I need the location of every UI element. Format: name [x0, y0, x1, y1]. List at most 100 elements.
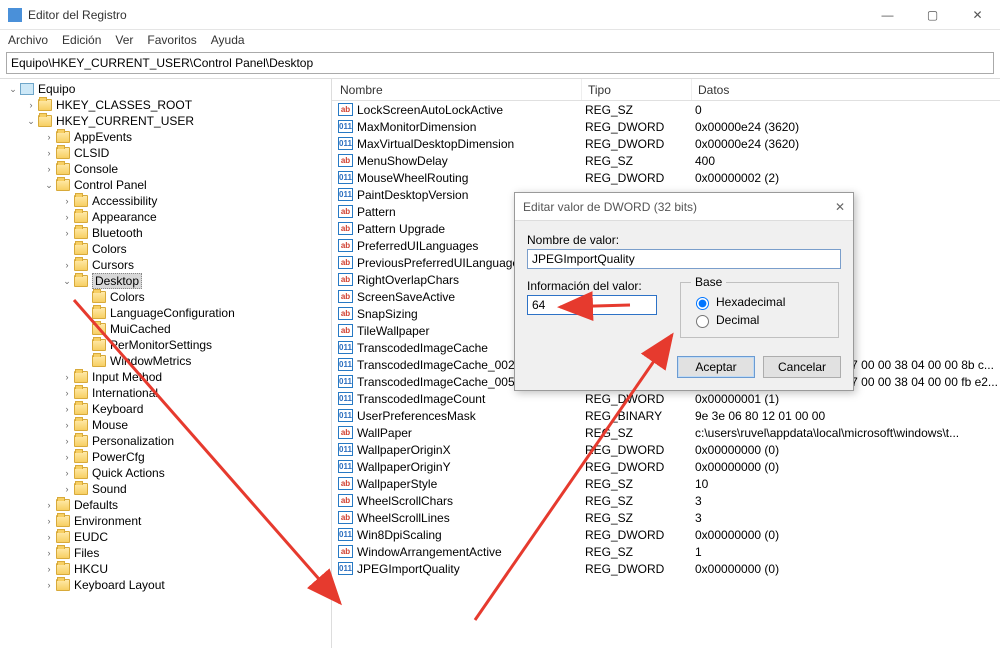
tree-item[interactable]: ⌄Equipo	[0, 81, 331, 97]
tree-item[interactable]: ›Appearance	[0, 209, 331, 225]
col-header-nombre[interactable]: Nombre	[332, 79, 582, 100]
menu-favoritos[interactable]: Favoritos	[147, 33, 196, 47]
tree-item[interactable]: ›Files	[0, 545, 331, 561]
list-row[interactable]: abWheelScrollCharsREG_SZ3	[332, 492, 1000, 509]
tree-pane[interactable]: ⌄Equipo›HKEY_CLASSES_ROOT ⌄ HKEY_CURRENT_U…	[0, 79, 332, 648]
tree-item[interactable]: Colors	[0, 289, 331, 305]
tree-item[interactable]: WindowMetrics	[0, 353, 331, 369]
list-row[interactable]: 011MaxVirtualDesktopDimensionREG_DWORD0x…	[332, 135, 1000, 152]
chevron-right-icon[interactable]: ›	[62, 196, 72, 206]
window-titlebar: Editor del Registro — ▢ ✕	[0, 0, 1000, 30]
list-row[interactable]: abMenuShowDelayREG_SZ400	[332, 152, 1000, 169]
chevron-right-icon[interactable]: ›	[44, 164, 54, 174]
chevron-right-icon[interactable]: ›	[62, 420, 72, 430]
menu-archivo[interactable]: Archivo	[8, 33, 48, 47]
chevron-right-icon[interactable]: ›	[62, 436, 72, 446]
chevron-right-icon[interactable]: ›	[44, 132, 54, 142]
tree-item[interactable]: ⌄ HKEY_CURRENT_USER	[0, 113, 331, 129]
minimize-button[interactable]: —	[865, 0, 910, 29]
tree-item[interactable]: ›Console	[0, 161, 331, 177]
value-data-input[interactable]	[527, 295, 657, 315]
tree-item[interactable]: ›Sound	[0, 481, 331, 497]
tree-item[interactable]: ›Keyboard	[0, 401, 331, 417]
chevron-right-icon[interactable]: ›	[62, 260, 72, 270]
tree-item[interactable]: › AppEvents	[0, 129, 331, 145]
close-button[interactable]: ✕	[955, 0, 1000, 29]
tree-item[interactable]: ›CLSID	[0, 145, 331, 161]
col-header-tipo[interactable]: Tipo	[582, 79, 692, 100]
tree-item[interactable]: ›Cursors	[0, 257, 331, 273]
tree-item[interactable]: MuiCached	[0, 321, 331, 337]
list-row[interactable]: abWallpaperStyleREG_SZ10	[332, 475, 1000, 492]
chevron-right-icon[interactable]: ›	[44, 500, 54, 510]
list-row[interactable]: 011JPEGImportQualityREG_DWORD0x00000000 …	[332, 560, 1000, 577]
cancel-button[interactable]: Cancelar	[763, 356, 841, 378]
tree-item[interactable]: ›Keyboard Layout	[0, 577, 331, 593]
chevron-right-icon[interactable]: ›	[44, 516, 54, 526]
list-row[interactable]: 011UserPreferencesMaskREG_BINARY9e 3e 06…	[332, 407, 1000, 424]
list-row[interactable]: 011WallpaperOriginYREG_DWORD0x00000000 (…	[332, 458, 1000, 475]
accept-button[interactable]: Aceptar	[677, 356, 755, 378]
menu-ver[interactable]: Ver	[115, 33, 133, 47]
tree-item[interactable]: ›Personalization	[0, 433, 331, 449]
chevron-right-icon[interactable]: ›	[44, 532, 54, 542]
chevron-right-icon[interactable]: ›	[62, 452, 72, 462]
list-row[interactable]: abWallPaperREG_SZc:\users\ruvel\appdata\…	[332, 424, 1000, 441]
list-row[interactable]: 011TranscodedImageCountREG_DWORD0x000000…	[332, 390, 1000, 407]
chevron-right-icon[interactable]: ›	[44, 564, 54, 574]
list-row[interactable]: 011Win8DpiScalingREG_DWORD0x00000000 (0)	[332, 526, 1000, 543]
list-row[interactable]: abLockScreenAutoLockActiveREG_SZ0	[332, 101, 1000, 118]
chevron-down-icon[interactable]: ⌄	[8, 84, 18, 95]
chevron-right-icon[interactable]: ›	[62, 228, 72, 238]
radio-dec-input[interactable]	[696, 315, 709, 328]
tree-item[interactable]: ›HKCU	[0, 561, 331, 577]
tree-item[interactable]: ›Accessibility	[0, 193, 331, 209]
tree-item[interactable]: ›Environment	[0, 513, 331, 529]
chevron-right-icon[interactable]: ›	[62, 372, 72, 382]
tree-label: HKEY_CURRENT_USER	[56, 114, 194, 128]
chevron-right-icon[interactable]: ›	[62, 468, 72, 478]
tree-item[interactable]: ›International	[0, 385, 331, 401]
chevron-right-icon[interactable]: ›	[26, 100, 36, 110]
chevron-down-icon[interactable]: ⌄	[44, 180, 54, 191]
list-row[interactable]: 011WallpaperOriginXREG_DWORD0x00000000 (…	[332, 441, 1000, 458]
tree-item[interactable]: PerMonitorSettings	[0, 337, 331, 353]
folder-icon	[74, 451, 88, 463]
tree-label: AppEvents	[74, 130, 132, 144]
chevron-down-icon[interactable]: ⌄	[26, 116, 36, 127]
tree-item[interactable]: ›Input Method	[0, 369, 331, 385]
list-row[interactable]: 011MaxMonitorDimensionREG_DWORD0x00000e2…	[332, 118, 1000, 135]
menu-ayuda[interactable]: Ayuda	[211, 33, 245, 47]
list-row[interactable]: abWindowArrangementActiveREG_SZ1	[332, 543, 1000, 560]
radio-decimal[interactable]: Decimal	[691, 311, 828, 329]
list-row[interactable]: abWheelScrollLinesREG_SZ3	[332, 509, 1000, 526]
radio-hexadecimal[interactable]: Hexadecimal	[691, 293, 828, 311]
list-row[interactable]: 011MouseWheelRoutingREG_DWORD0x00000002 …	[332, 169, 1000, 186]
tree-item[interactable]: ›EUDC	[0, 529, 331, 545]
tree-item[interactable]: Colors	[0, 241, 331, 257]
col-header-datos[interactable]: Datos	[692, 79, 1000, 100]
tree-item[interactable]: ›Defaults	[0, 497, 331, 513]
chevron-right-icon[interactable]: ›	[44, 548, 54, 558]
chevron-right-icon[interactable]: ›	[62, 404, 72, 414]
chevron-right-icon[interactable]: ›	[44, 580, 54, 590]
tree-item[interactable]: ›Bluetooth	[0, 225, 331, 241]
dialog-close-icon[interactable]: ✕	[835, 200, 845, 214]
chevron-right-icon[interactable]: ›	[62, 388, 72, 398]
menu-edicion[interactable]: Edición	[62, 33, 101, 47]
tree-item[interactable]: ›HKEY_CLASSES_ROOT	[0, 97, 331, 113]
tree-item[interactable]: ›PowerCfg	[0, 449, 331, 465]
value-name-input[interactable]	[527, 249, 841, 269]
chevron-right-icon[interactable]: ›	[62, 212, 72, 222]
maximize-button[interactable]: ▢	[910, 0, 955, 29]
tree-item[interactable]: ›Quick Actions	[0, 465, 331, 481]
address-bar[interactable]: Equipo\HKEY_CURRENT_USER\Control Panel\D…	[6, 52, 994, 74]
radio-hex-input[interactable]	[696, 297, 709, 310]
chevron-down-icon[interactable]: ⌄	[62, 276, 72, 287]
tree-item[interactable]: ⌄Desktop	[0, 273, 331, 289]
chevron-right-icon[interactable]: ›	[62, 484, 72, 494]
tree-item[interactable]: ⌄Control Panel	[0, 177, 331, 193]
tree-item[interactable]: ›Mouse	[0, 417, 331, 433]
tree-item[interactable]: LanguageConfiguration	[0, 305, 331, 321]
chevron-right-icon[interactable]: ›	[44, 148, 54, 158]
